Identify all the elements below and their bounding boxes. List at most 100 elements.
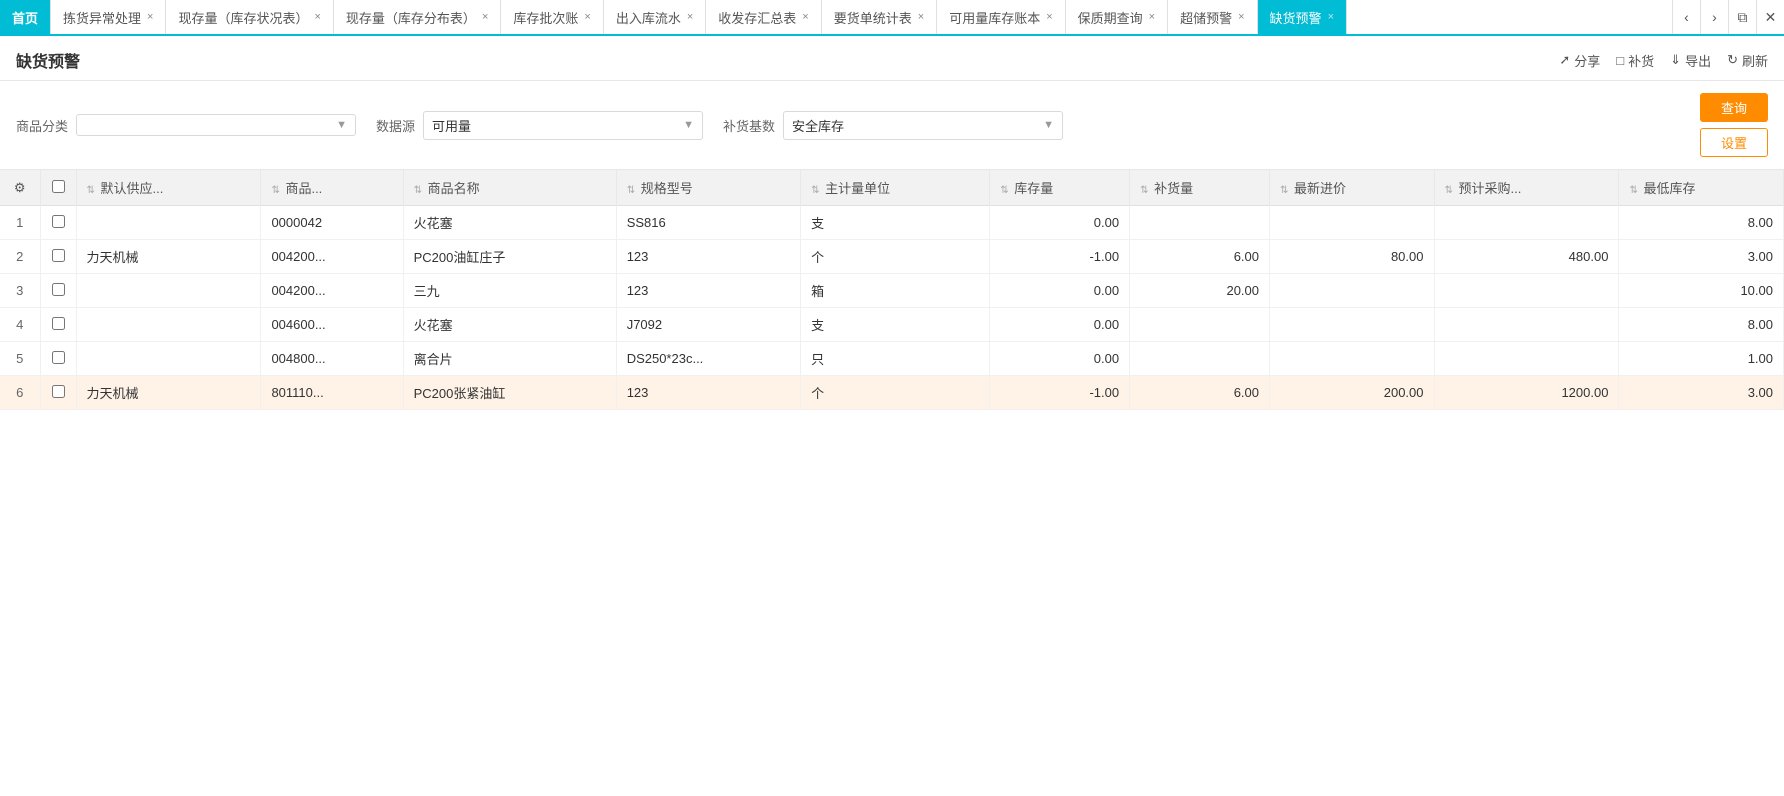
tab-label-shortage: 缺货预警 [1270, 8, 1322, 27]
table-row: 4 004600... 火花塞 J7092 支 0.00 8.00 [0, 308, 1784, 342]
share-button[interactable]: ➚ 分享 [1559, 51, 1600, 70]
tab-label-orderStat: 要货单统计表 [834, 8, 912, 27]
row-checkbox-0[interactable] [52, 215, 65, 228]
tab-close-receiveTotal[interactable]: × [802, 11, 808, 23]
sort-icon-stock: ⇅ [1000, 185, 1008, 196]
row-checkbox-cell-4[interactable] [40, 342, 76, 376]
tab-close-inventory1[interactable]: × [314, 11, 320, 23]
row-checkbox-cell-2[interactable] [40, 274, 76, 308]
tab-inventory2[interactable]: 现存量（库存分布表）× [334, 0, 501, 34]
row-code-5: 801110... [261, 376, 403, 410]
tab-nav-buttons: ‹ › ⧉ ✕ [1672, 0, 1784, 35]
filter-area: 商品分类 ▼ 数据源 可用量 ▼ 补货基数 安全库存 ▼ 查询 设置 [0, 81, 1784, 170]
page-header: 缺货预警 ➚ 分享 □ 补货 ⇓ 导出 ↻ 刷新 [0, 36, 1784, 81]
refresh-button[interactable]: ↻ 刷新 [1727, 51, 1768, 70]
column-spec-model[interactable]: ⇅ 规格型号 [616, 170, 800, 206]
row-num-2: 3 [0, 274, 40, 308]
row-checkbox-cell-3[interactable] [40, 308, 76, 342]
row-code-1: 004200... [261, 240, 403, 274]
row-name-4: 离合片 [403, 342, 616, 376]
tab-batchAccount[interactable]: 库存批次账× [501, 0, 603, 34]
column-product-code[interactable]: ⇅ 商品... [261, 170, 403, 206]
restore-window[interactable]: ⧉ [1728, 0, 1756, 35]
row-code-2: 004200... [261, 274, 403, 308]
row-min-stock-0: 8.00 [1619, 206, 1784, 240]
tab-pickAbnormal[interactable]: 拣货异常处理× [51, 0, 166, 34]
tab-receiveTotal[interactable]: 收发存汇总表× [706, 0, 821, 34]
row-replenish-qty-4 [1130, 342, 1270, 376]
column-header-stock: 库存量 [1014, 181, 1053, 196]
tab-expiryQuery[interactable]: 保质期查询 × [1066, 0, 1168, 34]
column-checkbox[interactable] [40, 170, 76, 206]
row-code-4: 004800... [261, 342, 403, 376]
tab-scroll-left[interactable]: ‹ [1672, 0, 1700, 35]
category-select[interactable]: ▼ [76, 114, 356, 136]
tab-close-inventory2[interactable]: × [482, 11, 488, 23]
row-stock-4: 0.00 [990, 342, 1130, 376]
row-unit-3: 支 [801, 308, 990, 342]
row-checkbox-4[interactable] [52, 351, 65, 364]
row-name-2: 三九 [403, 274, 616, 308]
refresh-label: 刷新 [1742, 51, 1768, 70]
tab-label-home: 首页 [12, 8, 38, 27]
row-checkbox-5[interactable] [52, 385, 65, 398]
tab-close-pickAbnormal[interactable]: × [147, 11, 153, 23]
page-title: 缺货预警 [16, 48, 1559, 72]
column-unit[interactable]: ⇅ 主计量单位 [801, 170, 990, 206]
tab-availableBook[interactable]: 可用量库存账本× [937, 0, 1065, 34]
replenish-base-select[interactable]: 安全库存 ▼ [783, 111, 1063, 140]
row-min-stock-5: 3.00 [1619, 376, 1784, 410]
category-chevron-icon: ▼ [336, 119, 347, 131]
row-checkbox-3[interactable] [52, 317, 65, 330]
column-default-supplier[interactable]: ⇅ 默认供应... [76, 170, 261, 206]
settings-button[interactable]: 设置 [1700, 128, 1768, 157]
row-checkbox-cell-1[interactable] [40, 240, 76, 274]
column-settings[interactable]: ⚙ [0, 170, 40, 206]
tab-close-orderStat[interactable]: × [918, 11, 924, 23]
tab-home[interactable]: 首页 [0, 0, 51, 34]
column-header-min-stock: 最低库存 [1643, 181, 1695, 196]
tab-label-expiryQuery: 保质期查询 [1078, 8, 1143, 27]
row-stock-3: 0.00 [990, 308, 1130, 342]
row-checkbox-cell-0[interactable] [40, 206, 76, 240]
datasource-select[interactable]: 可用量 ▼ [423, 111, 703, 140]
tab-inoutFlow[interactable]: 出入库流水× [604, 0, 706, 34]
replenish-button[interactable]: □ 补货 [1616, 51, 1654, 70]
tab-close-overstock[interactable]: × [1238, 11, 1244, 23]
close-window[interactable]: ✕ [1756, 0, 1784, 35]
tab-close-batchAccount[interactable]: × [584, 11, 590, 23]
column-latest-price[interactable]: ⇅ 最新进价 [1270, 170, 1434, 206]
query-button[interactable]: 查询 [1700, 93, 1768, 122]
row-supplier-4 [76, 342, 261, 376]
tab-close-inoutFlow[interactable]: × [687, 11, 693, 23]
tab-overstock[interactable]: 超储预警× [1168, 0, 1257, 34]
column-product-name[interactable]: ⇅ 商品名称 [403, 170, 616, 206]
column-stock[interactable]: ⇅ 库存量 [990, 170, 1130, 206]
export-icon: ⇓ [1670, 52, 1681, 68]
row-spec-2: 123 [616, 274, 800, 308]
tab-close-availableBook[interactable]: × [1046, 11, 1052, 23]
tab-shortage[interactable]: 缺货预警 × [1258, 0, 1347, 34]
table-row: 1 0000042 火花塞 SS816 支 0.00 8.00 [0, 206, 1784, 240]
row-estimated-purchase-1: 480.00 [1434, 240, 1619, 274]
tab-close-shortage[interactable]: × [1328, 11, 1334, 23]
row-replenish-qty-5: 6.00 [1130, 376, 1270, 410]
row-checkbox-cell-5[interactable] [40, 376, 76, 410]
tab-scroll-right[interactable]: › [1700, 0, 1728, 35]
category-filter-group: 商品分类 ▼ [16, 114, 356, 136]
select-all-checkbox[interactable] [52, 180, 65, 193]
row-min-stock-2: 10.00 [1619, 274, 1784, 308]
column-min-stock[interactable]: ⇅ 最低库存 [1619, 170, 1784, 206]
column-estimated-purchase[interactable]: ⇅ 预计采购... [1434, 170, 1619, 206]
column-replenish-qty[interactable]: ⇅ 补货量 [1130, 170, 1270, 206]
row-checkbox-1[interactable] [52, 249, 65, 262]
row-estimated-purchase-2 [1434, 274, 1619, 308]
tab-orderStat[interactable]: 要货单统计表 × [822, 0, 937, 34]
row-stock-0: 0.00 [990, 206, 1130, 240]
tab-close-expiryQuery[interactable]: × [1149, 11, 1155, 23]
export-button[interactable]: ⇓ 导出 [1670, 51, 1711, 70]
row-checkbox-2[interactable] [52, 283, 65, 296]
row-latest-price-4 [1270, 342, 1434, 376]
replenish-base-chevron-icon: ▼ [1043, 119, 1054, 131]
tab-inventory1[interactable]: 现存量（库存状况表）× [166, 0, 333, 34]
